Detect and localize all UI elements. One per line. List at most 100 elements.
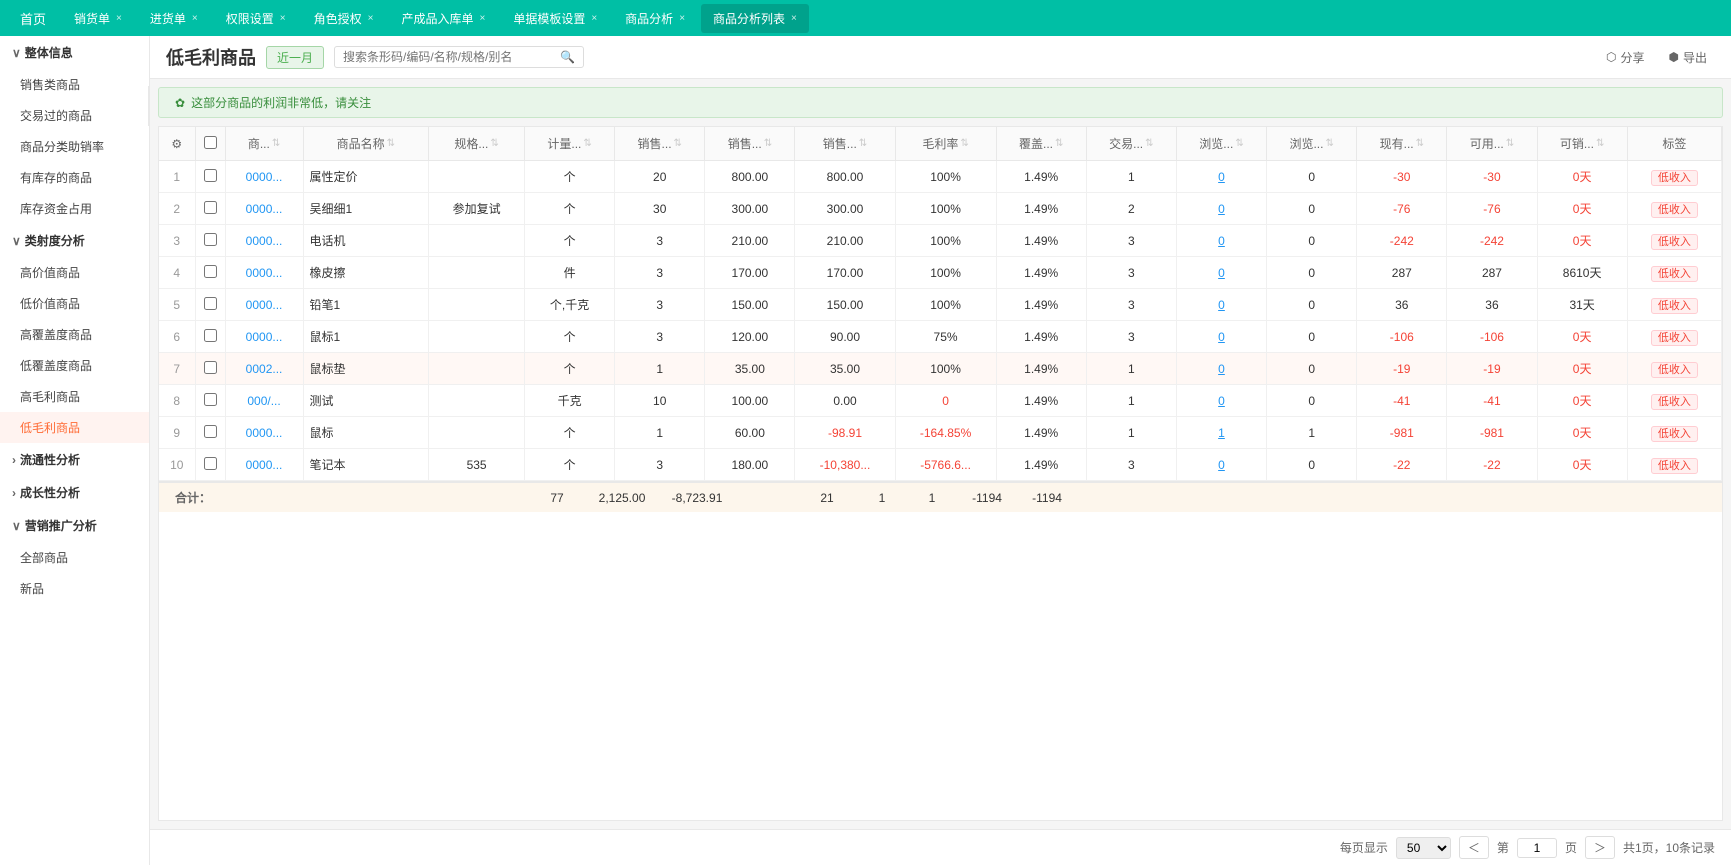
row-checkbox[interactable] <box>195 161 225 193</box>
views-link[interactable]: 0 <box>1218 458 1225 472</box>
row-transaction: 3 <box>1086 289 1176 321</box>
nav-sales-order[interactable]: 销货单 × <box>62 4 134 33</box>
row-current-stock: -106 <box>1357 321 1447 353</box>
row-checkbox[interactable] <box>195 257 225 289</box>
select-all-checkbox[interactable] <box>204 136 217 149</box>
search-icon[interactable]: 🔍 <box>560 50 575 64</box>
nav-permissions[interactable]: 权限设置 × <box>214 4 298 33</box>
row-checkbox[interactable] <box>195 417 225 449</box>
sidebar-item-low-margin[interactable]: 低毛利商品 <box>0 412 149 443</box>
prev-page-button[interactable]: ＜ <box>1459 836 1489 859</box>
row-unit: 个 <box>525 353 615 385</box>
row-sales-profit: 90.00 <box>795 321 895 353</box>
row-spec <box>429 353 525 385</box>
sidebar-item-stock-goods[interactable]: 有库存的商品 <box>0 162 149 193</box>
sidebar-section-growth[interactable]: › 成长性分析 <box>0 476 149 509</box>
row-checkbox[interactable] <box>195 289 225 321</box>
row-select-checkbox[interactable] <box>204 297 217 310</box>
sidebar-item-low-coverage[interactable]: 低覆盖度商品 <box>0 350 149 381</box>
row-views2: 0 <box>1267 257 1357 289</box>
close-goods-analysis-icon[interactable]: × <box>679 13 685 24</box>
sidebar-item-category-rate[interactable]: 商品分类助销率 <box>0 131 149 162</box>
row-select-checkbox[interactable] <box>204 457 217 470</box>
row-no: 3 <box>159 225 195 257</box>
page-size-select[interactable]: 50 100 200 <box>1396 837 1451 859</box>
close-permissions-icon[interactable]: × <box>280 13 286 24</box>
row-select-checkbox[interactable] <box>204 201 217 214</box>
views-link[interactable]: 1 <box>1218 426 1225 440</box>
row-select-checkbox[interactable] <box>204 233 217 246</box>
sidebar-section-overall[interactable]: ∨ 整体信息 <box>0 36 149 69</box>
sidebar-item-all-goods[interactable]: 全部商品 <box>0 542 149 573</box>
row-unit: 个 <box>525 321 615 353</box>
row-select-checkbox[interactable] <box>204 425 217 438</box>
row-select-checkbox[interactable] <box>204 393 217 406</box>
close-sales-order-icon[interactable]: × <box>116 13 122 24</box>
close-product-stock-icon[interactable]: × <box>479 13 485 24</box>
nav-role-auth[interactable]: 角色授权 × <box>302 4 386 33</box>
close-purchase-order-icon[interactable]: × <box>192 13 198 24</box>
close-analysis-list-icon[interactable]: × <box>791 13 797 24</box>
row-spec <box>429 321 525 353</box>
views-link[interactable]: 0 <box>1218 394 1225 408</box>
nav-template-settings[interactable]: 单据模板设置 × <box>501 4 609 33</box>
sidebar-item-high-margin[interactable]: 高毛利商品 <box>0 381 149 412</box>
sidebar: ∨ 整体信息 销售类商品 交易过的商品 商品分类助销率 有库存的商品 库存资金占… <box>0 36 150 865</box>
sidebar-item-low-value[interactable]: 低价值商品 <box>0 288 149 319</box>
sidebar-item-sales-goods[interactable]: 销售类商品 <box>0 69 149 100</box>
row-sales-profit: -98.91 <box>795 417 895 449</box>
row-checkbox[interactable] <box>195 321 225 353</box>
sidebar-section-flow[interactable]: › 流通性分析 <box>0 443 149 476</box>
row-sales-price: 300.00 <box>705 193 795 225</box>
sidebar-section-category[interactable]: ∨ 类射度分析 <box>0 224 149 257</box>
nav-goods-analysis-list[interactable]: 商品分析列表 × <box>701 4 809 33</box>
row-gross-margin: -164.85% <box>895 417 996 449</box>
views-link[interactable]: 0 <box>1218 298 1225 312</box>
nav-home[interactable]: 首页 <box>8 3 58 34</box>
row-select-checkbox[interactable] <box>204 329 217 342</box>
row-no: 10 <box>159 449 195 481</box>
row-checkbox[interactable] <box>195 193 225 225</box>
search-input[interactable] <box>343 50 560 64</box>
row-checkbox[interactable] <box>195 385 225 417</box>
nav-product-stock[interactable]: 产成品入库单 × <box>389 4 497 33</box>
nav-purchase-order[interactable]: 进货单 × <box>138 4 210 33</box>
sidebar-collapse-button[interactable]: « <box>148 86 150 126</box>
close-role-auth-icon[interactable]: × <box>368 13 374 24</box>
views-link[interactable]: 0 <box>1218 362 1225 376</box>
row-spec: 参加复试 <box>429 193 525 225</box>
row-select-checkbox[interactable] <box>204 169 217 182</box>
th-checkbox[interactable] <box>195 127 225 161</box>
views-link[interactable]: 0 <box>1218 234 1225 248</box>
th-gross-margin: 毛利率⇅ <box>895 127 996 161</box>
table-header-row: ⚙ 商...⇅ 商品名称⇅ 规格...⇅ 计量...⇅ 销售...⇅ 销售...… <box>159 127 1722 161</box>
row-checkbox[interactable] <box>195 225 225 257</box>
row-sales-profit: 35.00 <box>795 353 895 385</box>
next-page-button[interactable]: ＞ <box>1585 836 1615 859</box>
views-link[interactable]: 0 <box>1218 202 1225 216</box>
views-link[interactable]: 0 <box>1218 266 1225 280</box>
share-button[interactable]: ⬡ 分享 <box>1598 45 1653 70</box>
sidebar-item-new-goods[interactable]: 新品 <box>0 573 149 604</box>
sidebar-item-traded-goods[interactable]: 交易过的商品 <box>0 100 149 131</box>
row-checkbox[interactable] <box>195 449 225 481</box>
views-link[interactable]: 0 <box>1218 170 1225 184</box>
row-name: 吴细细1 <box>303 193 429 225</box>
row-select-checkbox[interactable] <box>204 265 217 278</box>
row-checkbox[interactable] <box>195 353 225 385</box>
footer-sales-profit: -8,723.91 <box>657 491 737 505</box>
th-transaction: 交易...⇅ <box>1086 127 1176 161</box>
close-template-icon[interactable]: × <box>591 13 597 24</box>
sidebar-item-high-value[interactable]: 高价值商品 <box>0 257 149 288</box>
row-select-checkbox[interactable] <box>204 361 217 374</box>
sort-icon-transaction: ⇅ <box>1145 138 1153 149</box>
export-button[interactable]: ⬢ 导出 <box>1661 45 1716 70</box>
sidebar-item-high-coverage[interactable]: 高覆盖度商品 <box>0 319 149 350</box>
filter-recent-month-button[interactable]: 近一月 <box>266 46 324 69</box>
nav-goods-analysis[interactable]: 商品分析 × <box>613 4 697 33</box>
views-link[interactable]: 0 <box>1218 330 1225 344</box>
th-settings[interactable]: ⚙ <box>159 127 195 161</box>
page-number-input[interactable] <box>1517 838 1557 858</box>
sidebar-item-stock-capital[interactable]: 库存资金占用 <box>0 193 149 224</box>
sidebar-section-marketing[interactable]: ∨ 营销推广分析 <box>0 509 149 542</box>
